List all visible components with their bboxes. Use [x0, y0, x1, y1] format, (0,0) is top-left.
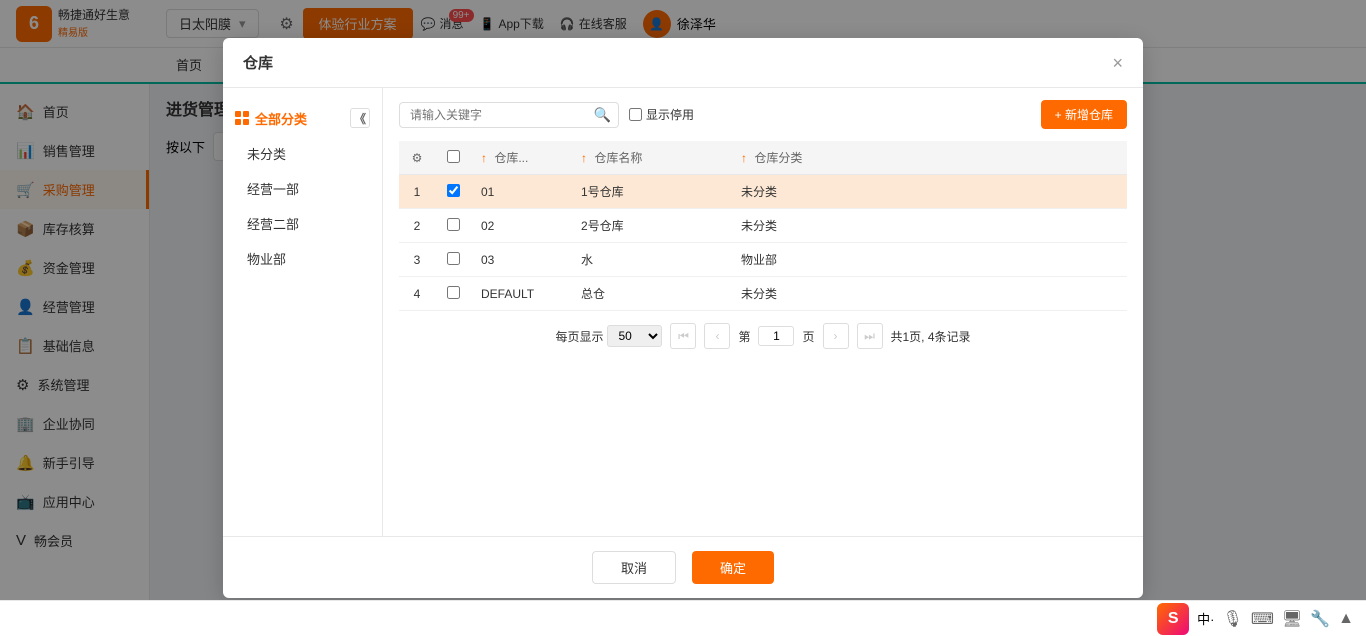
add-warehouse-button[interactable]: + 新增仓库: [1041, 100, 1127, 129]
per-page-select: 每页显示 50 100 200: [555, 325, 662, 347]
page-unit: 页: [802, 328, 814, 345]
collapse-button[interactable]: 《: [350, 108, 370, 128]
per-page-dropdown[interactable]: 50 100 200: [607, 325, 662, 347]
row-checkbox[interactable]: [435, 243, 471, 277]
col-name-header[interactable]: ↑ 仓库名称: [571, 141, 731, 175]
row-name: 2号仓库: [571, 209, 731, 243]
all-category-label: 全部分类: [255, 109, 307, 128]
search-input[interactable]: [399, 102, 619, 128]
keyboard-icon[interactable]: ⌨: [1251, 609, 1274, 629]
mic-icon[interactable]: 🎙: [1223, 609, 1243, 629]
col-settings[interactable]: ⚙: [399, 141, 435, 175]
tools-icon[interactable]: 🔧: [1310, 609, 1330, 629]
row-index: 1: [399, 175, 435, 209]
search-icon[interactable]: 🔍: [594, 106, 611, 123]
show-disabled-label[interactable]: 显示停用: [629, 106, 694, 123]
modal-title: 仓库: [243, 52, 273, 73]
confirm-button[interactable]: 确定: [692, 551, 774, 584]
modal-body: 全部分类 《 未分类 经营一部 经营二部 物业部 🔍: [223, 88, 1143, 536]
pagination-bar: 每页显示 50 100 200 ⏮ ‹ 第 页 › ⏭ 共1页, 4条记录: [399, 311, 1127, 357]
modal-footer: 取消 确定: [223, 536, 1143, 598]
row-code: 01: [471, 175, 571, 209]
row-category: 未分类: [731, 209, 1127, 243]
col-name-label: 仓库名称: [594, 151, 642, 165]
grid-icon: [235, 111, 249, 125]
row-checkbox[interactable]: [435, 209, 471, 243]
row-code: DEFAULT: [471, 277, 571, 311]
warehouse-modal: 仓库 × 全部分类 《 未分类 经营一部 经营二部 物业部: [223, 38, 1143, 598]
col-code-label: 仓库...: [494, 151, 528, 165]
row-category: 未分类: [731, 277, 1127, 311]
modal-header: 仓库 ×: [223, 38, 1143, 88]
modal-overlay: 仓库 × 全部分类 《 未分类 经营一部 经营二部 物业部: [0, 0, 1366, 636]
row-category: 物业部: [731, 243, 1127, 277]
page-number-input[interactable]: [758, 326, 794, 346]
table-panel: 🔍 显示停用 + 新增仓库 ⚙: [383, 88, 1143, 536]
category-panel: 全部分类 《 未分类 经营一部 经营二部 物业部: [223, 88, 383, 536]
row-name: 1号仓库: [571, 175, 731, 209]
per-page-label: 每页显示: [555, 328, 603, 345]
total-info: 共1页, 4条记录: [891, 328, 971, 345]
table-toolbar: 🔍 显示停用 + 新增仓库: [399, 100, 1127, 129]
arrow-up-icon[interactable]: ▲: [1338, 610, 1354, 628]
show-disabled-text: 显示停用: [646, 106, 694, 123]
bottom-logo: S 中· 🎙 ⌨ 🖥 🔧 ▲: [1157, 603, 1354, 635]
category-sort-icon: ↑: [741, 151, 747, 165]
row-checkbox[interactable]: [435, 277, 471, 311]
row-checkbox[interactable]: [435, 175, 471, 209]
screen-icon[interactable]: 🖥: [1282, 609, 1302, 629]
row-code: 03: [471, 243, 571, 277]
category-item-uncategorized[interactable]: 未分类: [223, 136, 382, 171]
code-sort-icon: ↑: [481, 151, 487, 165]
col-category-label: 仓库分类: [754, 151, 802, 165]
row-name: 总仓: [571, 277, 731, 311]
cancel-button[interactable]: 取消: [592, 551, 676, 584]
table-row[interactable]: 4 DEFAULT 总仓 未分类: [399, 277, 1127, 311]
bottom-text: 中·: [1197, 609, 1214, 628]
table-row[interactable]: 2 02 2号仓库 未分类: [399, 209, 1127, 243]
category-item-property[interactable]: 物业部: [223, 241, 382, 276]
col-category-header[interactable]: ↑ 仓库分类: [731, 141, 1127, 175]
table-row[interactable]: 1 01 1号仓库 未分类: [399, 175, 1127, 209]
row-code: 02: [471, 209, 571, 243]
page-label: 第: [738, 328, 750, 345]
prev-page-button[interactable]: ‹: [704, 323, 730, 349]
next-page-button[interactable]: ›: [823, 323, 849, 349]
category-item-dept1[interactable]: 经营一部: [223, 171, 382, 206]
all-category-item[interactable]: 全部分类 《: [223, 100, 382, 136]
select-all-checkbox[interactable]: [447, 150, 460, 163]
row-index: 2: [399, 209, 435, 243]
row-index: 3: [399, 243, 435, 277]
col-code-header[interactable]: ↑ 仓库...: [471, 141, 571, 175]
first-page-button[interactable]: ⏮: [670, 323, 696, 349]
s-logo-icon: S: [1157, 603, 1189, 635]
table-row[interactable]: 3 03 水 物业部: [399, 243, 1127, 277]
row-index: 4: [399, 277, 435, 311]
bottom-icons: 🎙 ⌨ 🖥 🔧 ▲: [1223, 609, 1354, 629]
bottom-bar: S 中· 🎙 ⌨ 🖥 🔧 ▲: [0, 600, 1366, 636]
name-sort-icon: ↑: [581, 151, 587, 165]
row-category: 未分类: [731, 175, 1127, 209]
show-disabled-checkbox[interactable]: [629, 108, 642, 121]
modal-close-button[interactable]: ×: [1112, 54, 1123, 72]
category-item-dept2[interactable]: 经营二部: [223, 206, 382, 241]
warehouse-table: ⚙ ↑ 仓库... ↑ 仓库名称: [399, 141, 1127, 311]
col-checkbox: [435, 141, 471, 175]
search-input-wrap: 🔍: [399, 102, 619, 128]
last-page-button[interactable]: ⏭: [857, 323, 883, 349]
settings-icon: ⚙: [412, 151, 423, 165]
row-name: 水: [571, 243, 731, 277]
